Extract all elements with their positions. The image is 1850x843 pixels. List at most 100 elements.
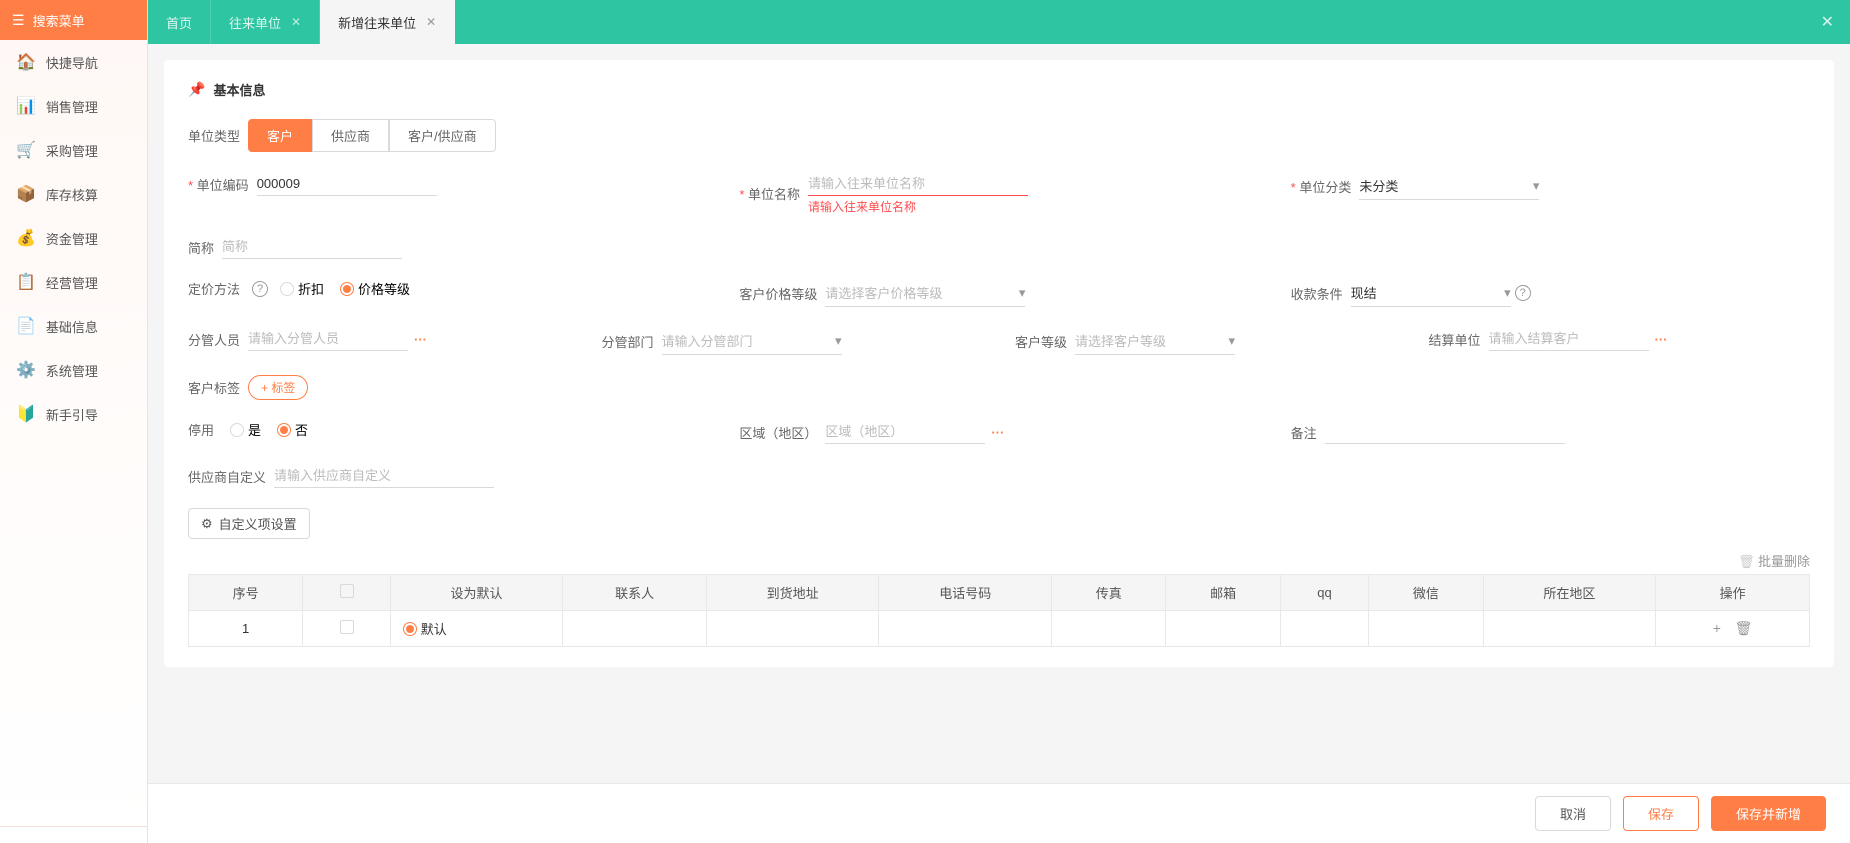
- tab-new-counterparty[interactable]: 新增往来单位✕: [320, 0, 455, 44]
- th-7: 邮箱: [1166, 575, 1280, 611]
- unit-code-input[interactable]: [257, 172, 437, 196]
- manager-input[interactable]: [248, 327, 408, 351]
- disable-group: 停用 是 否: [188, 420, 707, 439]
- system-icon: ⚙️: [16, 360, 36, 380]
- unit-name-input[interactable]: [808, 172, 1028, 196]
- manager-more-btn[interactable]: ···: [414, 332, 427, 347]
- quick-nav-label: 快捷导航: [46, 53, 98, 72]
- radio-yes[interactable]: 是: [230, 420, 261, 439]
- settlement-group: 结算单位 ···: [1429, 327, 1811, 351]
- supplier-custom-input[interactable]: [274, 464, 494, 488]
- sidebar-item-inventory[interactable]: 📦库存核算: [0, 172, 147, 216]
- batch-delete-area: 🗑 批量删除: [188, 551, 1810, 570]
- tab-home[interactable]: 首页: [148, 0, 211, 44]
- radio-price-level[interactable]: 价格等级: [340, 279, 410, 298]
- pricing-help-icon[interactable]: ?: [252, 281, 268, 297]
- sidebar-search[interactable]: ☰ 搜索菜单: [0, 0, 147, 40]
- manager-row: 分管人员 ··· 分管部门 请输入分管部门 ▾ 客户等级 请选择客户等级: [188, 327, 1810, 355]
- customer-price-select[interactable]: 请选择客户价格等级 ▾: [825, 279, 1025, 307]
- short-name-label: 简称: [188, 238, 214, 257]
- sidebar-item-basic-info[interactable]: 📄基础信息: [0, 304, 147, 348]
- unit-type-btn-supplier[interactable]: 供应商: [312, 119, 389, 152]
- remark-input[interactable]: [1325, 420, 1565, 444]
- cancel-button[interactable]: 取消: [1535, 796, 1611, 831]
- operations-label: 经营管理: [46, 273, 98, 292]
- sidebar-bottom: [0, 826, 147, 843]
- department-select[interactable]: 请输入分管部门 ▾: [662, 327, 842, 355]
- th-10: 所在地区: [1483, 575, 1656, 611]
- tab-close-counterparty[interactable]: ✕: [291, 15, 301, 29]
- th-9: 微信: [1369, 575, 1483, 611]
- payment-terms-value: 现结: [1351, 283, 1377, 302]
- batch-delete-label[interactable]: 批量删除: [1758, 554, 1810, 569]
- table-row: 1 默认 + 🗑: [189, 611, 1810, 647]
- unit-type-btn-both[interactable]: 客户/供应商: [389, 119, 496, 152]
- customer-level-caret: ▾: [1228, 333, 1235, 349]
- th-6: 传真: [1052, 575, 1166, 611]
- tab-counterparty[interactable]: 往来单位✕: [211, 0, 320, 44]
- sales-icon: 📊: [16, 96, 36, 116]
- row-0-default-radio[interactable]: 默认: [403, 619, 551, 638]
- region-more-btn[interactable]: ···: [991, 425, 1004, 440]
- payment-help-icon[interactable]: ?: [1515, 285, 1531, 301]
- save-new-button[interactable]: 保存并新增: [1711, 796, 1826, 831]
- guide-label: 新手引导: [46, 405, 98, 424]
- row-0-checkbox[interactable]: [340, 620, 354, 634]
- row-0-cell-4: [706, 611, 879, 647]
- settlement-input[interactable]: [1489, 327, 1649, 351]
- settlement-more-btn[interactable]: ···: [1655, 332, 1668, 347]
- tag-row: 客户标签 + 标签: [188, 375, 1810, 400]
- sidebar-item-operations[interactable]: 📋 经营管理: [0, 260, 147, 304]
- supplier-custom-label: 供应商自定义: [188, 467, 266, 486]
- row-0-cell-8: [1280, 611, 1368, 647]
- region-group: 区域（地区） ···: [739, 420, 1258, 444]
- payment-terms-select[interactable]: 现结 ▾: [1351, 279, 1511, 307]
- region-input[interactable]: [825, 420, 985, 444]
- th-11: 操作: [1656, 575, 1810, 611]
- radio-discount-circle: [280, 282, 294, 296]
- code-name-row: 单位编码 单位名称 请输入往来单位名称 单位分类 未分类 ▾: [188, 172, 1810, 215]
- close-all-button[interactable]: ✕: [1805, 12, 1850, 32]
- gear-icon: ⚙: [201, 516, 213, 532]
- add-tag-btn[interactable]: + 标签: [248, 375, 308, 400]
- operations-icon: 📋: [16, 272, 36, 292]
- tab-close-new-counterparty[interactable]: ✕: [426, 15, 436, 29]
- tab-label-home: 首页: [166, 13, 192, 32]
- select-all-checkbox[interactable]: [340, 584, 354, 598]
- sidebar-search-label: 搜索菜单: [33, 11, 85, 30]
- sidebar-item-purchase[interactable]: 🛒采购管理: [0, 128, 147, 172]
- customer-level-select[interactable]: 请选择客户等级 ▾: [1075, 327, 1235, 355]
- sidebar-item-finance[interactable]: 💰资金管理: [0, 216, 147, 260]
- row-0-delete-btn[interactable]: 🗑: [1733, 618, 1755, 638]
- sidebar: ☰ 搜索菜单 🏠快捷导航📊销售管理🛒采购管理📦库存核算💰资金管理 📋 经营管理 📄基础…: [0, 0, 148, 843]
- manager-group: 分管人员 ···: [188, 327, 570, 351]
- unit-category-select[interactable]: 未分类 ▾: [1359, 172, 1539, 200]
- save-button[interactable]: 保存: [1623, 796, 1699, 831]
- row-0-add-btn[interactable]: +: [1711, 618, 1723, 638]
- basic-info-card: 📌 基本信息 单位类型 客户供应商客户/供应商 单位编码 单位名称: [164, 60, 1834, 667]
- pricing-radio-group: 折扣 价格等级: [280, 279, 410, 298]
- main: 首页往来单位✕新增往来单位✕ ✕ 📌 基本信息 单位类型 客户供应商客户/供应商…: [148, 0, 1850, 843]
- radio-discount[interactable]: 折扣: [280, 279, 324, 298]
- short-name-group: 简称: [188, 235, 1810, 259]
- th-5: 电话号码: [879, 575, 1052, 611]
- region-label: 区域（地区）: [739, 423, 817, 442]
- custom-settings-btn[interactable]: ⚙ 自定义项设置: [188, 508, 310, 539]
- sidebar-item-sales[interactable]: 📊销售管理: [0, 84, 147, 128]
- sidebar-item-guide[interactable]: 🔰新手引导: [0, 392, 147, 436]
- customer-price-placeholder: 请选择客户价格等级: [825, 283, 942, 302]
- department-caret: ▾: [835, 333, 842, 349]
- th-3: 联系人: [563, 575, 706, 611]
- sidebar-item-quick-nav[interactable]: 🏠快捷导航: [0, 40, 147, 84]
- pricing-label: 定价方法: [188, 279, 240, 298]
- short-name-input[interactable]: [222, 235, 402, 259]
- th-0: 序号: [189, 575, 303, 611]
- unit-category-group: 单位分类 未分类 ▾: [1291, 172, 1810, 200]
- unit-type-btn-customer[interactable]: 客户: [248, 119, 312, 152]
- tag-label: 客户标签: [188, 378, 240, 397]
- department-group: 分管部门 请输入分管部门 ▾: [602, 327, 984, 355]
- purchase-icon: 🛒: [16, 140, 36, 160]
- sidebar-item-system[interactable]: ⚙️系统管理: [0, 348, 147, 392]
- radio-no[interactable]: 否: [277, 420, 308, 439]
- row-0-cell-0: 1: [189, 611, 303, 647]
